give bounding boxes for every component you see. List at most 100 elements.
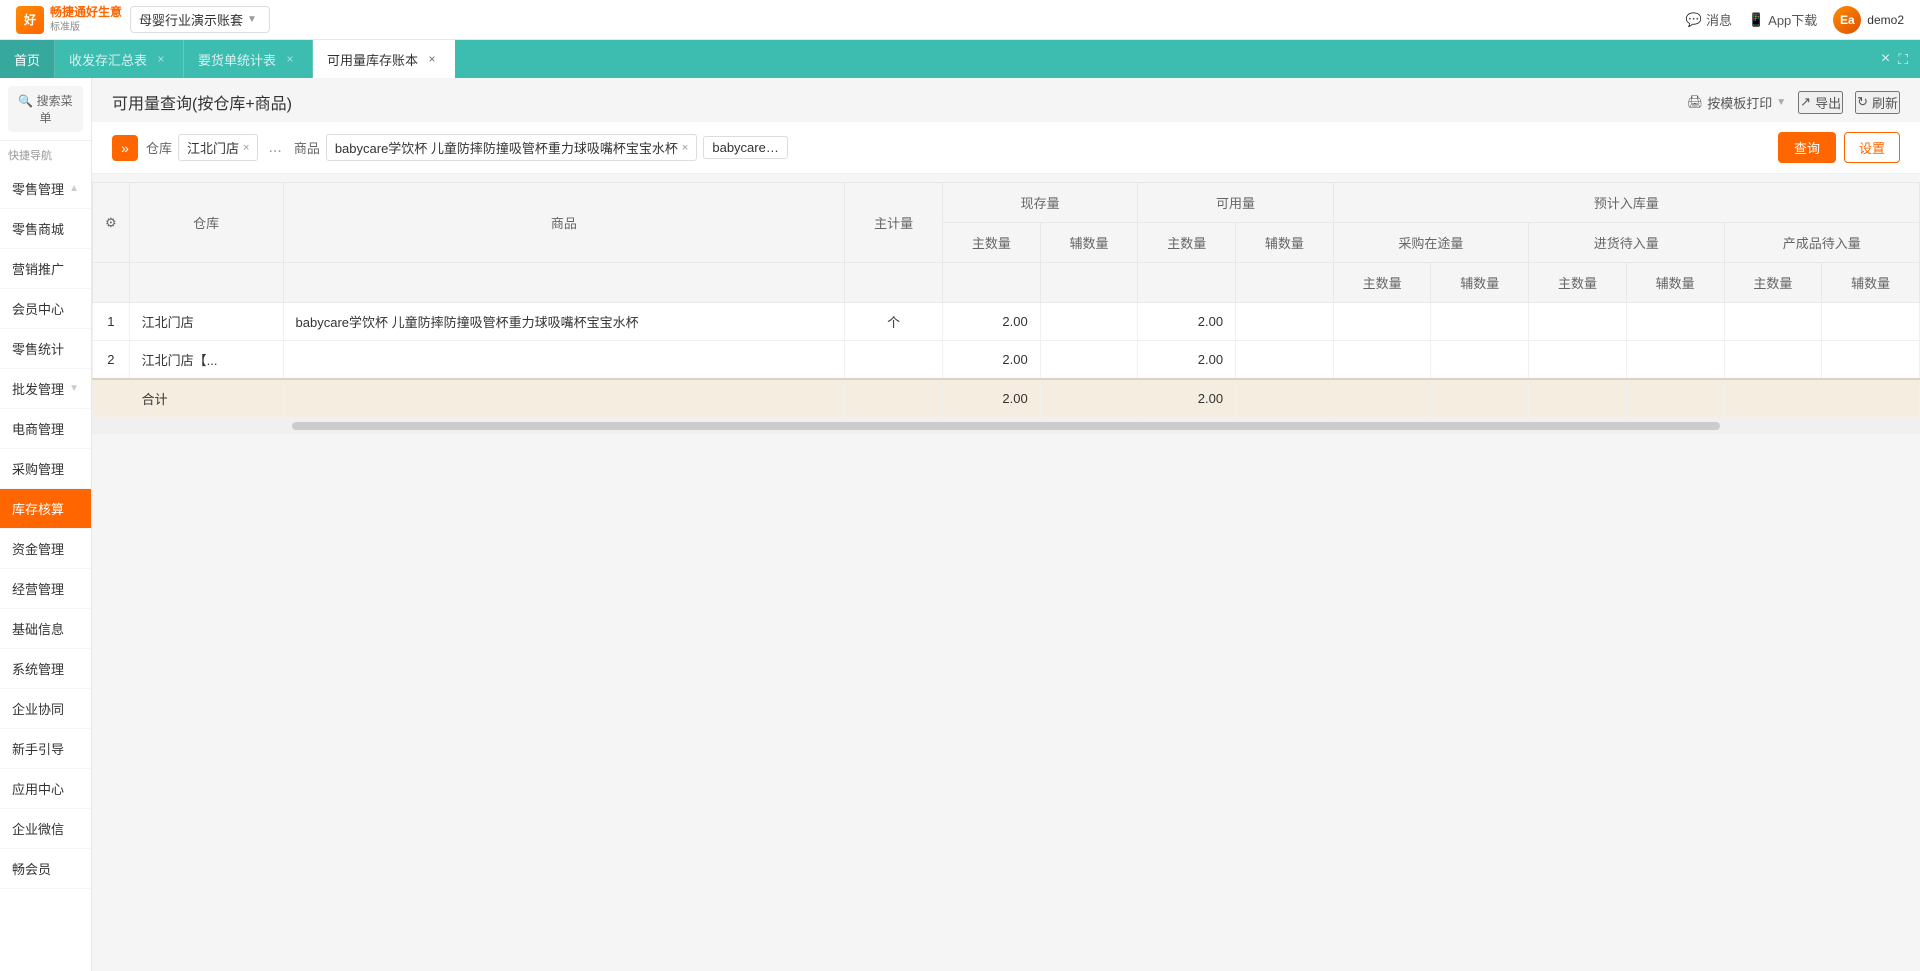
logo-line2: 标准版	[50, 21, 122, 34]
quick-nav-label: 快捷导航	[0, 141, 91, 169]
message-btn[interactable]: 💬 消息	[1686, 10, 1732, 29]
product-filter-tag1[interactable]: babycare学饮杯 儿童防摔防撞吸管杯重力球吸嘴杯宝宝水杯 ×	[326, 134, 698, 161]
tab-receive[interactable]: 收发存汇总表 ×	[55, 40, 184, 78]
warehouse-filter-label: 仓库	[146, 138, 172, 157]
tab-available-label: 可用量库存账本	[327, 50, 418, 69]
settings-btn[interactable]: 设置	[1844, 132, 1900, 163]
filter-actions: 查询 设置	[1778, 132, 1900, 163]
th-production-aux: 辅数量	[1822, 263, 1920, 303]
user-name: demo2	[1867, 13, 1904, 27]
sidebar: 🔍 搜索菜单 快捷导航 零售管理 ▲ 零售商城 营销推广 会员中心 零售统计 批…	[0, 78, 92, 971]
tab-expand-icon[interactable]: ⛶	[1898, 51, 1908, 68]
refresh-btn[interactable]: ↻ 刷新	[1855, 91, 1900, 114]
warehouse-filter-more-icon[interactable]: ...	[264, 139, 285, 157]
td-footer-p5	[1724, 379, 1822, 418]
logo-icon: 好	[16, 6, 44, 34]
warehouse-tag-close-icon[interactable]: ×	[243, 142, 249, 154]
sidebar-item-enterprise[interactable]: 企业协同	[0, 689, 91, 729]
th-empty3	[283, 263, 845, 303]
th-purchase-transit-group: 采购在途量	[1333, 223, 1528, 263]
tab-close-all-icon[interactable]: ×	[1881, 50, 1890, 68]
tenant-selector[interactable]: 母婴行业演示账套 ▼	[130, 6, 270, 33]
sidebar-item-finance[interactable]: 资金管理	[0, 529, 91, 569]
tab-bar: 首页 收发存汇总表 × 要货单统计表 × 可用量库存账本 × × ⛶	[0, 40, 1920, 78]
logo-area: 好 畅捷通好生意 标准版	[16, 5, 122, 34]
sidebar-item-enterprise-label: 企业协同	[12, 699, 64, 718]
th-available-main: 主数量	[1138, 223, 1236, 263]
td-footer-product	[283, 379, 845, 418]
td-footer-p3	[1529, 379, 1627, 418]
warehouse-filter-tag[interactable]: 江北门店 ×	[178, 134, 258, 161]
app-download-btn[interactable]: 📱 App下载	[1748, 10, 1817, 29]
content-area: 可用量查询(按仓库+商品) 🖨 按模板打印 ▼ ↗ 导出 ↻ 刷新 »	[92, 78, 1920, 971]
td-footer-p1	[1333, 379, 1431, 418]
tab-order-label: 要货单统计表	[198, 50, 276, 69]
td-footer-empty	[93, 379, 130, 418]
sidebar-item-member[interactable]: 会员中心	[0, 289, 91, 329]
td-footer-p2	[1431, 379, 1529, 418]
tab-available-close-icon[interactable]: ×	[424, 51, 440, 67]
sidebar-item-appstore[interactable]: 应用中心	[0, 769, 91, 809]
th-available-group: 可用量	[1138, 183, 1333, 223]
product-tag1-close-icon[interactable]: ×	[682, 142, 688, 154]
sidebar-item-wxwork[interactable]: 企业微信	[0, 809, 91, 849]
sidebar-item-retail-stat[interactable]: 零售统计	[0, 329, 91, 369]
tab-receive-close-icon[interactable]: ×	[153, 51, 169, 67]
td-unit-1: 个	[845, 303, 943, 341]
sidebar-item-basic-label: 基础信息	[12, 619, 64, 638]
th-settings[interactable]: ⚙	[93, 183, 130, 263]
tab-home-label: 首页	[14, 50, 40, 69]
template-print-btn[interactable]: 🖨 按模板打印 ▼	[1687, 93, 1786, 112]
tab-order[interactable]: 要货单统计表 ×	[184, 40, 313, 78]
sidebar-item-finance-label: 资金管理	[12, 539, 64, 558]
td-product-2	[283, 341, 845, 380]
sidebar-item-retail-mall-label: 零售商城	[12, 219, 64, 238]
td-stock-aux-1	[1040, 303, 1138, 341]
top-bar-left: 好 畅捷通好生意 标准版 母婴行业演示账套 ▼	[16, 5, 270, 34]
sidebar-item-ecommerce[interactable]: 电商管理	[0, 409, 91, 449]
sidebar-item-inventory[interactable]: 库存核算	[0, 489, 91, 529]
sidebar-item-wholesale-mgmt[interactable]: 批发管理 ▼	[0, 369, 91, 409]
search-menu-btn[interactable]: 🔍 搜索菜单	[8, 86, 83, 132]
sidebar-item-wholesale-mgmt-label: 批发管理	[12, 379, 64, 398]
sidebar-item-marketing-label: 营销推广	[12, 259, 64, 278]
horizontal-scrollbar[interactable]	[92, 418, 1920, 434]
message-icon: 💬	[1686, 12, 1702, 28]
tab-available[interactable]: 可用量库存账本 ×	[313, 40, 455, 78]
sidebar-item-marketing[interactable]: 营销推广	[0, 249, 91, 289]
export-btn[interactable]: ↗ 导出	[1798, 91, 1843, 114]
expand-icon: ▲	[69, 183, 79, 194]
sidebar-search-area: 🔍 搜索菜单	[0, 78, 91, 141]
filter-expand-btn[interactable]: »	[112, 135, 138, 161]
avatar: Ea	[1833, 6, 1861, 34]
table-footer-row: 合计 2.00 2.00	[93, 379, 1920, 418]
sidebar-item-purchase[interactable]: 采购管理	[0, 449, 91, 489]
logo-text: 畅捷通好生意 标准版	[50, 5, 122, 34]
tab-home[interactable]: 首页	[0, 40, 55, 78]
query-btn[interactable]: 查询	[1778, 132, 1836, 163]
sidebar-item-basic[interactable]: 基础信息	[0, 609, 91, 649]
th-incoming-aux: 辅数量	[1626, 263, 1724, 303]
td-available-aux-1	[1236, 303, 1334, 341]
td-product-1: babycare学饮杯 儿童防摔防撞吸管杯重力球吸嘴杯宝宝水杯	[283, 303, 845, 341]
tab-order-close-icon[interactable]: ×	[282, 51, 298, 67]
tenant-name: 母婴行业演示账套	[139, 10, 243, 29]
user-area[interactable]: Ea demo2	[1833, 6, 1904, 34]
message-label: 消息	[1706, 10, 1732, 29]
product-filter-tag2[interactable]: babycare…	[703, 136, 787, 159]
sidebar-item-newbie[interactable]: 新手引导	[0, 729, 91, 769]
scrollbar-thumb[interactable]	[292, 422, 1720, 430]
sidebar-item-retail-mgmt[interactable]: 零售管理 ▲	[0, 169, 91, 209]
sidebar-item-system-label: 系统管理	[12, 659, 64, 678]
sidebar-item-vip-label: 畅会员	[12, 859, 51, 878]
sidebar-item-operations[interactable]: 经营管理	[0, 569, 91, 609]
sidebar-item-system[interactable]: 系统管理	[0, 649, 91, 689]
sidebar-item-vip[interactable]: 畅会员	[0, 849, 91, 889]
td-unit-2	[845, 341, 943, 380]
td-purchase-transit-aux-1	[1431, 303, 1529, 341]
td-incoming-main-2	[1529, 341, 1627, 380]
sidebar-item-retail-mall[interactable]: 零售商城	[0, 209, 91, 249]
td-warehouse-1: 江北门店	[129, 303, 283, 341]
sidebar-item-purchase-label: 采购管理	[12, 459, 64, 478]
td-footer-p4	[1626, 379, 1724, 418]
